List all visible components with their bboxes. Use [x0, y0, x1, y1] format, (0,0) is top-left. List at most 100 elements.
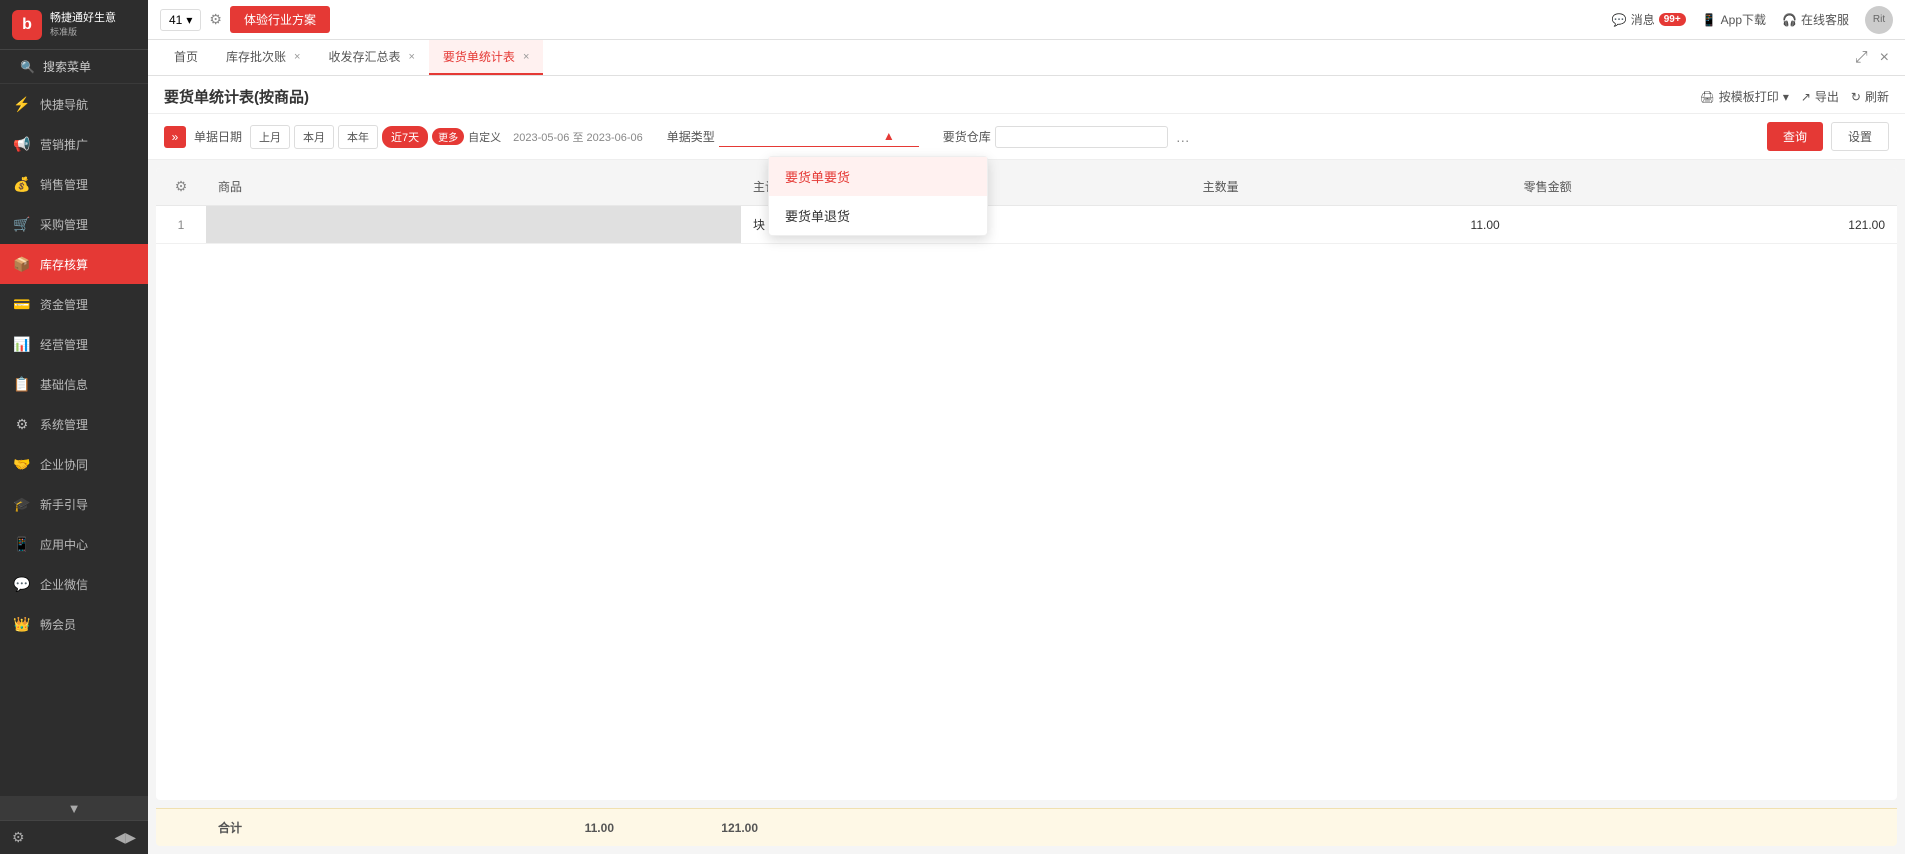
nav-icon-9: 🤝: [12, 454, 32, 474]
tab-collect-summary[interactable]: 收发存汇总表 ×: [314, 40, 428, 75]
chevron-down-icon: ▾: [186, 13, 192, 27]
tab-maximize-icon[interactable]: ⤢: [1851, 47, 1872, 69]
cell-num-0: 1: [156, 206, 206, 244]
sidebar-nav: ⚡快捷导航📢营销推广💰销售管理🛒采购管理📦库存核算💳资金管理📊经营管理📋基础信息…: [0, 84, 148, 796]
industry-btn[interactable]: 体验行业方案: [230, 6, 330, 33]
nav-label-2: 销售管理: [40, 176, 88, 193]
data-table: ⚙ 商品 主计量单位 主数量 零售金额 1 块 11.00 121.00: [156, 168, 1897, 244]
nav-icon-0: ⚡: [12, 94, 32, 114]
sidebar-item-11[interactable]: 📱应用中心: [0, 524, 148, 564]
col-product: 商品: [206, 168, 741, 206]
sidebar-item-5[interactable]: 💳资金管理: [0, 284, 148, 324]
topbar-left: 41 ▾ ⚙ 体验行业方案: [160, 6, 330, 33]
message-item[interactable]: 💬 消息 99+: [1612, 11, 1686, 28]
dropdown-option-1[interactable]: 要货单退货: [769, 196, 987, 235]
sidebar-logo: b 畅捷通好生意 标准版: [0, 0, 148, 50]
query-btn[interactable]: 查询: [1767, 122, 1823, 151]
tab-collect-summary-close[interactable]: ×: [408, 51, 414, 63]
nav-label-10: 新手引导: [40, 496, 88, 513]
filter-type-group: 单据类型 ▲: [667, 126, 919, 147]
online-service-item[interactable]: 🎧 在线客服: [1782, 11, 1849, 28]
nav-label-1: 营销推广: [40, 136, 88, 153]
type-dropdown: 要货单要货 要货单退货: [768, 156, 988, 236]
sidebar-scroll-down[interactable]: ▼: [0, 796, 148, 820]
sidebar-item-13[interactable]: 👑畅会员: [0, 604, 148, 644]
settings-icon[interactable]: ⚙: [12, 829, 25, 846]
date-label: 单据日期: [194, 128, 242, 145]
nav-label-8: 系统管理: [40, 416, 88, 433]
logo-text: 畅捷通好生意 标准版: [50, 11, 116, 38]
tabs-bar: 首页 库存批次账 × 收发存汇总表 × 要货单统计表 × ⤢ ×: [148, 40, 1905, 76]
sidebar-item-4[interactable]: 📦库存核算: [0, 244, 148, 284]
filter-expand-btn[interactable]: »: [164, 126, 186, 148]
type-label: 单据类型: [667, 128, 715, 145]
table-footer: 合计 11.00 121.00: [156, 808, 1897, 846]
headset-icon: 🎧: [1782, 13, 1797, 27]
sidebar-item-2[interactable]: 💰销售管理: [0, 164, 148, 204]
chevron-up-icon: ▲: [883, 129, 895, 143]
nav-label-7: 基础信息: [40, 376, 88, 393]
nav-icon-11: 📱: [12, 534, 32, 554]
nav-label-12: 企业微信: [40, 576, 88, 593]
table-area: ⚙ 商品 主计量单位 主数量 零售金额 1 块 11.00 121.00: [156, 168, 1897, 800]
tab-collect-summary-label: 收发存汇总表: [328, 48, 400, 65]
nav-label-4: 库存核算: [40, 256, 88, 273]
warehouse-more-icon[interactable]: …: [1176, 129, 1190, 145]
tab-order-stats-close[interactable]: ×: [523, 51, 529, 63]
message-icon: 💬: [1612, 13, 1627, 27]
collapse-icon[interactable]: ◀▶: [114, 829, 136, 846]
more-badge[interactable]: 更多: [432, 128, 464, 145]
tab-inventory-batch[interactable]: 库存批次账 ×: [212, 40, 314, 75]
footer-label: 合计: [218, 819, 518, 836]
refresh-icon: ↻: [1851, 90, 1861, 104]
cell-product-0: [206, 206, 741, 244]
type-select[interactable]: ▲: [719, 126, 919, 147]
sidebar-item-7[interactable]: 📋基础信息: [0, 364, 148, 404]
footer-quantity: 11.00: [518, 821, 638, 835]
tab-inventory-batch-close[interactable]: ×: [294, 51, 300, 63]
nav-label-5: 资金管理: [40, 296, 88, 313]
avatar[interactable]: Rit: [1865, 6, 1893, 34]
sidebar-item-8[interactable]: ⚙系统管理: [0, 404, 148, 444]
company-selector[interactable]: 41 ▾: [160, 9, 201, 31]
col-amount: 零售金额: [1512, 168, 1897, 206]
main-area: 41 ▾ ⚙ 体验行业方案 💬 消息 99+ 📱 App下载 🎧 在线客服 Ri…: [148, 0, 1905, 854]
page-content: 要货单统计表(按商品) 🖨 按模板打印 ▾ ↗ 导出 ↻ 刷新 »: [148, 76, 1905, 854]
btn-custom[interactable]: 自定义: [468, 129, 501, 145]
sidebar-item-12[interactable]: 💬企业微信: [0, 564, 148, 604]
tab-close-all-icon[interactable]: ×: [1876, 47, 1893, 69]
sidebar-item-9[interactable]: 🤝 企业协同: [0, 444, 148, 484]
refresh-btn[interactable]: ↻ 刷新: [1851, 88, 1889, 105]
app-download-item[interactable]: 📱 App下载: [1702, 11, 1766, 28]
filter-actions: 查询 设置: [1767, 122, 1889, 151]
print-chevron-icon: ▾: [1783, 90, 1789, 104]
filter-date-group: 上月 本月 本年 近7天 更多 自定义: [250, 125, 501, 149]
print-icon: 🖨: [1700, 90, 1715, 104]
sidebar-item-6[interactable]: 📊经营管理: [0, 324, 148, 364]
date-range: 2023-05-06 至 2023-06-06: [513, 129, 643, 145]
nav-label-13: 畅会员: [40, 616, 76, 633]
nav-label-9: 企业协同: [40, 456, 88, 473]
col-settings-icon[interactable]: ⚙: [175, 178, 188, 194]
sidebar-item-0[interactable]: ⚡快捷导航: [0, 84, 148, 124]
sidebar-item-10[interactable]: 🎓新手引导: [0, 484, 148, 524]
export-btn[interactable]: ↗ 导出: [1801, 88, 1839, 105]
gear-icon[interactable]: ⚙: [209, 11, 222, 28]
cell-quantity-0: 11.00: [1191, 206, 1512, 244]
sidebar-item-3[interactable]: 🛒采购管理: [0, 204, 148, 244]
setting-btn[interactable]: 设置: [1831, 122, 1889, 151]
sidebar-search[interactable]: 🔍 搜索菜单: [0, 50, 148, 84]
btn-this-year[interactable]: 本年: [338, 125, 378, 149]
tab-home[interactable]: 首页: [160, 40, 212, 75]
nav-label-6: 经营管理: [40, 336, 88, 353]
btn-last-month[interactable]: 上月: [250, 125, 290, 149]
tab-order-stats[interactable]: 要货单统计表 ×: [429, 40, 543, 75]
nav-label-3: 采购管理: [40, 216, 88, 233]
dropdown-option-0[interactable]: 要货单要货: [769, 157, 987, 196]
print-btn[interactable]: 🖨 按模板打印 ▾: [1700, 88, 1789, 105]
sidebar-item-1[interactable]: 📢营销推广: [0, 124, 148, 164]
warehouse-input[interactable]: [995, 126, 1168, 148]
page-title: 要货单统计表(按商品): [164, 86, 309, 107]
btn-recent[interactable]: 近7天: [382, 126, 428, 148]
btn-this-month[interactable]: 本月: [294, 125, 334, 149]
